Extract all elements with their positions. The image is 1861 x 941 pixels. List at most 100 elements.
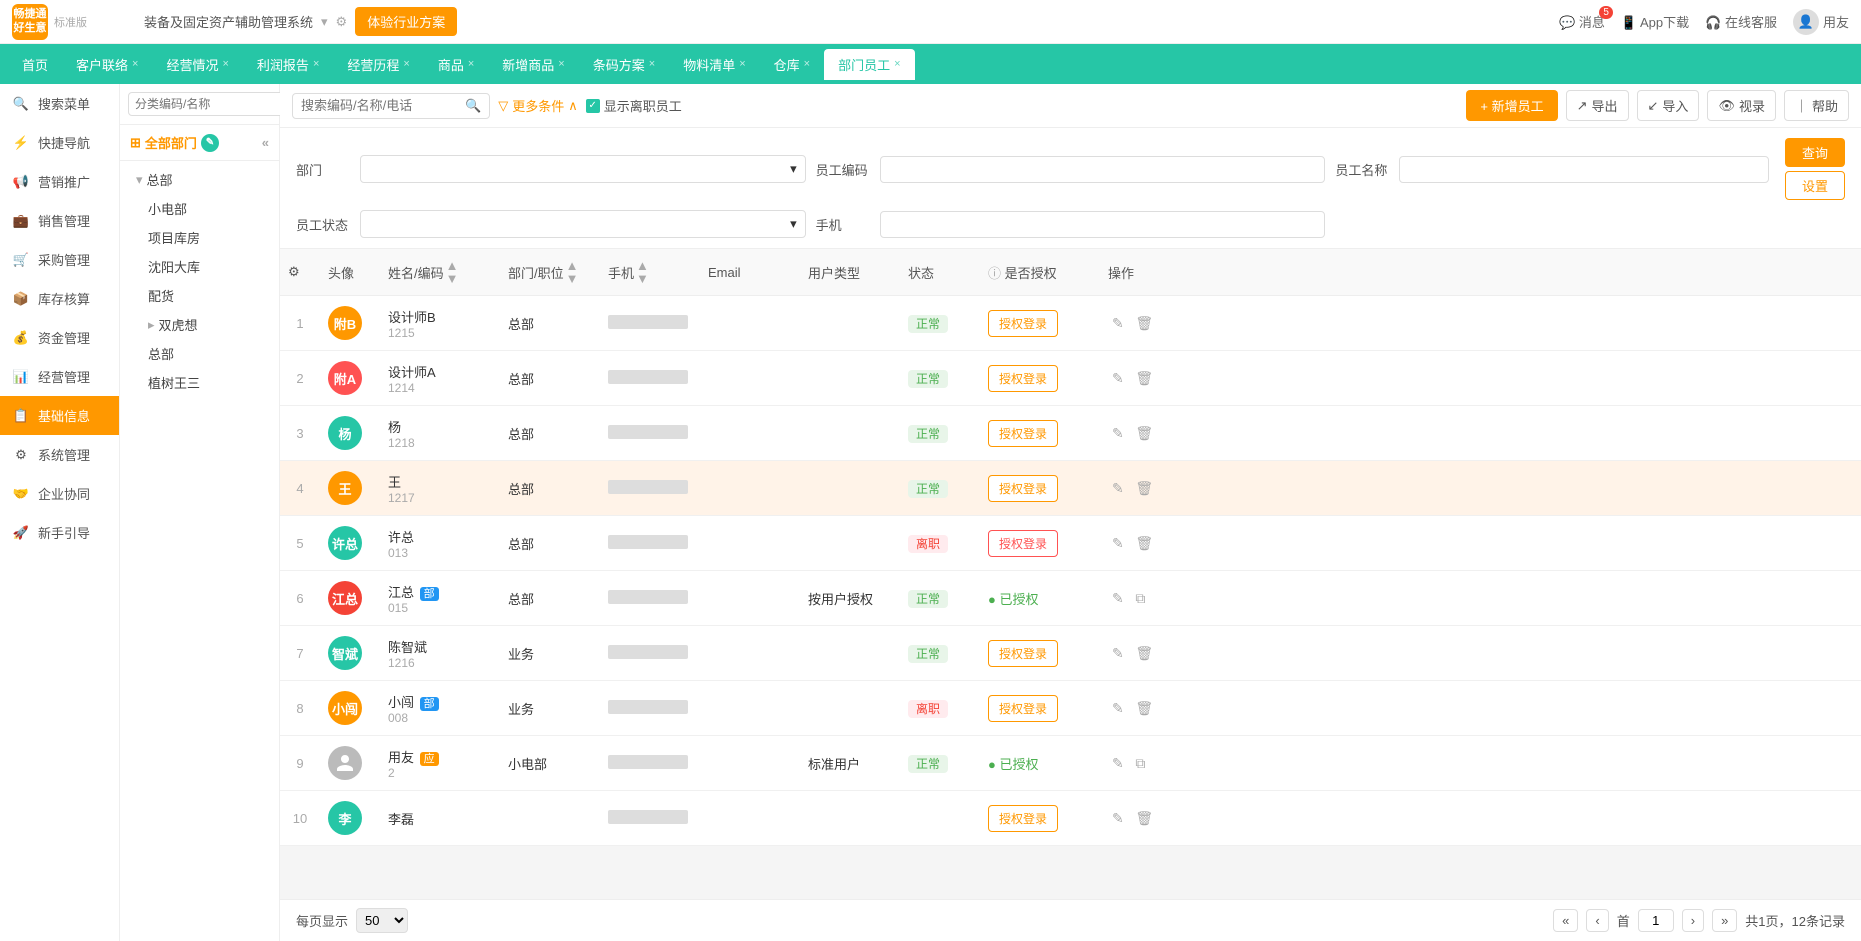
edit-button[interactable]: ✎ — [1108, 478, 1128, 499]
auth-login-button[interactable]: 授权登录 — [988, 420, 1058, 447]
sidebar-item-collab[interactable]: 🤝 企业协同 — [0, 474, 119, 513]
prev-page-button[interactable]: ‹ — [1586, 909, 1608, 932]
delete-button[interactable]: 🗑 — [1131, 478, 1157, 499]
auth-login-button[interactable]: 授权登录 — [988, 805, 1058, 832]
close-icon[interactable]: × — [804, 58, 810, 70]
tab-history[interactable]: 经营历程 × — [333, 49, 423, 80]
edit-button[interactable]: ✎ — [1108, 698, 1128, 719]
add-employee-button[interactable]: + 新增员工 — [1466, 90, 1557, 121]
last-page-button[interactable]: » — [1712, 909, 1737, 932]
auth-login-button[interactable]: 授权登录 — [988, 365, 1058, 392]
filter-dept-select[interactable]: ▾ — [360, 155, 806, 183]
delete-button[interactable]: 🗑 — [1131, 808, 1157, 829]
reset-button[interactable]: 设置 — [1785, 171, 1845, 200]
dept-search-input[interactable] — [128, 92, 297, 116]
col-name-code[interactable]: 姓名/编码 ▲▼ — [380, 249, 500, 296]
delete-button[interactable]: 🗑 — [1131, 423, 1157, 444]
auth-login-button[interactable]: 授权登录 — [988, 310, 1058, 337]
edit-button[interactable]: ✎ — [1108, 533, 1128, 554]
edit-button[interactable]: ✎ — [1108, 368, 1128, 389]
dept-node-xiaodibu[interactable]: 小电部 — [120, 194, 279, 223]
help-button[interactable]: ｜ 帮助 — [1784, 90, 1849, 121]
online-service[interactable]: 🎧 在线客服 — [1705, 12, 1777, 31]
tab-barcode[interactable]: 条码方案 × — [579, 49, 669, 80]
close-icon[interactable]: × — [313, 58, 319, 70]
col-settings[interactable]: ⚙ — [280, 249, 320, 296]
auth-login-button[interactable]: 授权登录 — [988, 640, 1058, 667]
sidebar-item-purchase[interactable]: 🛒 采购管理 — [0, 240, 119, 279]
edit-button[interactable]: ✎ — [1108, 643, 1128, 664]
delete-button[interactable]: 🗑 — [1131, 698, 1157, 719]
edit-button[interactable]: ✎ — [1108, 753, 1128, 774]
dropdown-arrow[interactable]: ▾ — [321, 14, 328, 30]
edit-button[interactable]: ✎ — [1108, 588, 1128, 609]
sidebar-item-inventory[interactable]: 📦 库存核算 — [0, 279, 119, 318]
filter-phone-input[interactable] — [880, 211, 1326, 238]
close-icon[interactable]: × — [468, 58, 474, 70]
tab-operations[interactable]: 经营情况 × — [152, 49, 242, 80]
sidebar-item-quicknav[interactable]: ⚡ 快捷导航 — [0, 123, 119, 162]
dept-node-shenyang[interactable]: 沈阳大库 — [120, 252, 279, 281]
message-icon[interactable]: 💬 5 消息 — [1559, 12, 1605, 31]
first-page-button[interactable]: « — [1553, 909, 1578, 932]
delete-button[interactable]: 🗑 — [1131, 643, 1157, 664]
copy-button[interactable]: ⧉ — [1131, 588, 1149, 609]
filter-status-select[interactable]: ▾ — [360, 210, 806, 238]
delete-button[interactable]: 🗑 — [1131, 368, 1157, 389]
query-button[interactable]: 查询 — [1785, 138, 1845, 167]
col-dept-position[interactable]: 部门/职位 ▲▼ — [500, 249, 600, 296]
filter-empname-input[interactable] — [1399, 156, 1769, 183]
sidebar-item-ops[interactable]: 📊 经营管理 — [0, 357, 119, 396]
filter-empcode-input[interactable] — [880, 156, 1326, 183]
edit-button[interactable]: ✎ — [1108, 423, 1128, 444]
close-icon[interactable]: × — [739, 58, 745, 70]
trial-button[interactable]: 体验行业方案 — [355, 7, 457, 36]
tab-warehouse[interactable]: 仓库 × — [760, 49, 824, 80]
tab-department-staff[interactable]: 部门员工 × — [824, 49, 914, 80]
dept-collapse-btn[interactable]: « — [262, 135, 269, 150]
emp-search-icon[interactable]: 🔍 — [465, 98, 481, 114]
dept-node-projectroom[interactable]: 项目库房 — [120, 223, 279, 252]
close-icon[interactable]: × — [222, 58, 228, 70]
auth-login-button[interactable]: 授权登录 — [988, 695, 1058, 722]
next-page-button[interactable]: › — [1682, 909, 1704, 932]
close-icon[interactable]: × — [403, 58, 409, 70]
delete-button[interactable]: 🗑 — [1131, 313, 1157, 334]
tab-customer[interactable]: 客户联络 × — [62, 49, 152, 80]
edit-button[interactable]: ✎ — [1108, 808, 1128, 829]
emp-search-input[interactable] — [301, 98, 461, 113]
page-number-input[interactable] — [1638, 909, 1674, 932]
dept-node-general[interactable]: ▾ 总部 — [120, 165, 279, 194]
auth-login-button[interactable]: 授权登录 — [988, 475, 1058, 502]
dept-node-distribution[interactable]: 配货 — [120, 281, 279, 310]
close-icon[interactable]: × — [894, 58, 900, 70]
delete-button[interactable]: 🗑 — [1131, 533, 1157, 554]
tab-profit[interactable]: 利润报告 × — [243, 49, 333, 80]
view-button[interactable]: 👁 视录 — [1707, 90, 1776, 121]
tab-add-goods[interactable]: 新增商品 × — [488, 49, 578, 80]
sidebar-item-search[interactable]: 🔍 搜索菜单 — [0, 84, 119, 123]
per-page-select[interactable]: 50 100 — [356, 908, 408, 933]
close-icon[interactable]: × — [558, 58, 564, 70]
app-download[interactable]: 📱 App下载 — [1621, 12, 1689, 31]
export-button[interactable]: ↗ 导出 — [1566, 90, 1629, 121]
col-phone[interactable]: 手机 ▲▼ — [600, 249, 700, 296]
sidebar-item-finance[interactable]: 💰 资金管理 — [0, 318, 119, 357]
show-resigned-toggle[interactable]: ✓ 显示离职员工 — [586, 96, 682, 115]
dept-node-shuanghu[interactable]: ▸ 双虎想 — [120, 310, 279, 339]
import-button[interactable]: ↙ 导入 — [1637, 90, 1700, 121]
auth-login-button-resigned[interactable]: 授权登录 — [988, 530, 1058, 557]
sidebar-item-sales[interactable]: 💼 销售管理 — [0, 201, 119, 240]
settings-gear-icon[interactable]: ⚙ — [336, 14, 348, 30]
close-icon[interactable]: × — [649, 58, 655, 70]
user-area[interactable]: 👤 用友 — [1793, 9, 1849, 35]
tab-bom[interactable]: 物料清单 × — [669, 49, 759, 80]
dept-edit-icon[interactable]: ✎ — [201, 134, 219, 152]
sidebar-item-basic[interactable]: 📋 基础信息 — [0, 396, 119, 435]
tab-goods[interactable]: 商品 × — [424, 49, 488, 80]
copy-button[interactable]: ⧉ — [1131, 753, 1149, 774]
close-icon[interactable]: × — [132, 58, 138, 70]
dept-node-headquarter[interactable]: 总部 — [120, 339, 279, 368]
more-filter-btn[interactable]: ▽ 更多条件 ∧ — [498, 96, 578, 115]
dept-node-plant[interactable]: 植树王三 — [120, 368, 279, 397]
